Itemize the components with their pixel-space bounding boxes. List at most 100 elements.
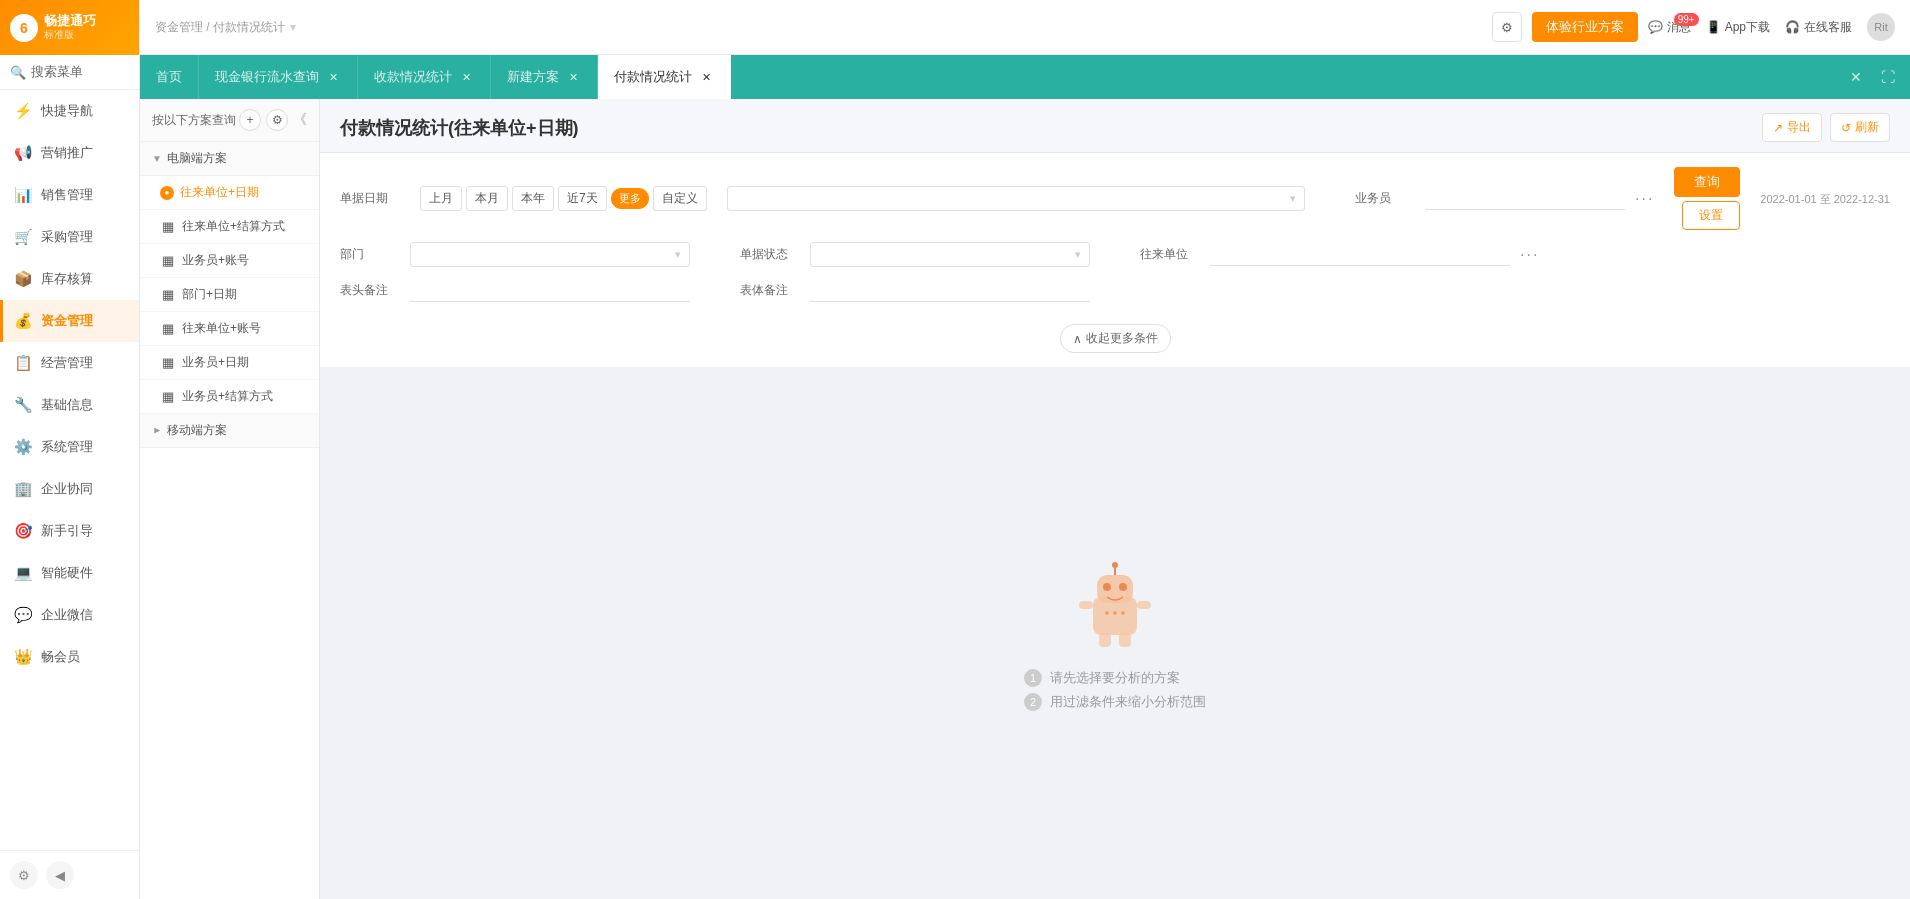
sidebar-item-member[interactable]: 👑畅会员 bbox=[0, 636, 139, 678]
scheme-item-partner-account[interactable]: ▦往来单位+账号 bbox=[140, 312, 319, 346]
svg-point-12 bbox=[1121, 611, 1125, 615]
sidebar-item-sales[interactable]: 📊销售管理 bbox=[0, 174, 139, 216]
tab-bank-flow[interactable]: 现金银行流水查询✕ bbox=[199, 55, 358, 99]
sidebar-item-guide[interactable]: 🎯新手引导 bbox=[0, 510, 139, 552]
svg-point-2 bbox=[1103, 583, 1111, 591]
footer-settings-btn[interactable]: ⚙ bbox=[10, 861, 38, 889]
date-btn-last-month[interactable]: 上月 bbox=[420, 186, 462, 211]
date-btn-more[interactable]: 更多 bbox=[611, 188, 649, 209]
sidebar-item-quick-nav[interactable]: ⚡快捷导航 bbox=[0, 90, 139, 132]
doc-status-select[interactable]: ▾ bbox=[810, 242, 1090, 267]
logo-icon: 6 bbox=[10, 14, 38, 42]
sidebar-item-basics[interactable]: 🔧基础信息 bbox=[0, 384, 139, 426]
expand-btn[interactable]: ⛶ bbox=[1876, 65, 1900, 89]
filter-row-2: 部门 ▾ 单据状态 ▾ 往来单位 ··· bbox=[340, 242, 1890, 267]
tab-home[interactable]: 首页 bbox=[140, 55, 199, 99]
avatar[interactable]: Rit bbox=[1867, 13, 1895, 41]
date-label: 单据日期 bbox=[340, 190, 400, 207]
scheme-item-salesman-account[interactable]: ▦业务员+账号 bbox=[140, 244, 319, 278]
tab-receipt-stats[interactable]: 收款情况统计✕ bbox=[358, 55, 491, 99]
tab-label-payment-stats: 付款情况统计 bbox=[614, 68, 692, 86]
tab-new-scheme[interactable]: 新建方案✕ bbox=[491, 55, 598, 99]
export-btn[interactable]: ↗ 导出 bbox=[1762, 113, 1822, 142]
scheme-item-partner-settlement[interactable]: ▦往来单位+结算方式 bbox=[140, 210, 319, 244]
content-area: 按以下方案查询 + ⚙ 《 ▼电脑端方案●往来单位+日期▦往来单位+结算方式▦业… bbox=[140, 99, 1910, 899]
tab-close-bank-flow[interactable]: ✕ bbox=[325, 69, 341, 85]
scheme-panel-actions: + ⚙ 《 bbox=[239, 109, 307, 131]
tab-close-new-scheme[interactable]: ✕ bbox=[565, 69, 581, 85]
empty-state: 1 请先选择要分析的方案 2 用过滤条件来缩小分析范围 bbox=[320, 368, 1910, 899]
hardware-icon: 💻 bbox=[13, 563, 33, 583]
message-btn[interactable]: 💬 消息 99+ bbox=[1648, 19, 1691, 36]
source-doc-select[interactable]: ▾ bbox=[727, 186, 1305, 211]
sidebar-item-wechat[interactable]: 💬企业微信 bbox=[0, 594, 139, 636]
scheme-settings-btn[interactable]: ⚙ bbox=[266, 109, 288, 131]
date-btn-custom[interactable]: 自定义 bbox=[653, 186, 707, 211]
app-download-btn[interactable]: 📱 App下载 bbox=[1706, 19, 1770, 36]
step-1-num: 1 bbox=[1024, 669, 1042, 687]
sidebar-item-operations[interactable]: 📋经营管理 bbox=[0, 342, 139, 384]
sidebar-item-finance[interactable]: 💰资金管理 bbox=[0, 300, 139, 342]
scheme-item-salesman-date[interactable]: ▦ 业务员+日期 bbox=[140, 346, 319, 380]
app-label: App下载 bbox=[1725, 19, 1770, 36]
online-service-btn[interactable]: 🎧 在线客服 bbox=[1785, 19, 1852, 36]
scheme-item-dept-date[interactable]: ▦部门+日期 bbox=[140, 278, 319, 312]
svg-point-3 bbox=[1119, 583, 1127, 591]
member-icon: 👑 bbox=[13, 647, 33, 667]
dept-select[interactable]: ▾ bbox=[410, 242, 690, 267]
robot-illustration bbox=[1065, 557, 1165, 657]
tab-label-home: 首页 bbox=[156, 68, 182, 86]
sidebar-item-system[interactable]: ⚙️系统管理 bbox=[0, 426, 139, 468]
filter-settings-btn[interactable]: 设置 bbox=[1682, 201, 1740, 230]
partner-dots[interactable]: ··· bbox=[1520, 246, 1539, 264]
body-remark-input[interactable] bbox=[810, 279, 1090, 302]
sidebar-item-marketing[interactable]: 📢营销推广 bbox=[0, 132, 139, 174]
sidebar-item-hardware[interactable]: 💻智能硬件 bbox=[0, 552, 139, 594]
scheme-item-salesman-settlement[interactable]: ▦业务员+结算方式 bbox=[140, 380, 319, 414]
headset-icon: 🎧 bbox=[1785, 20, 1800, 34]
basics-icon: 🔧 bbox=[13, 395, 33, 415]
sidebar-item-enterprise[interactable]: 🏢企业协同 bbox=[0, 468, 139, 510]
date-btn-this-year[interactable]: 本年 bbox=[512, 186, 554, 211]
sidebar-item-label-system: 系统管理 bbox=[41, 438, 93, 456]
scheme-item-icon-salesman-date: ▦ bbox=[160, 355, 176, 371]
topbar-right: 💬 消息 99+ 📱 App下载 🎧 在线客服 Rit bbox=[1648, 13, 1895, 41]
scheme-item-label-salesman-date: 业务员+日期 bbox=[182, 354, 249, 371]
header-remark-label: 表头备注 bbox=[340, 282, 390, 299]
sidebar-item-label-operations: 经营管理 bbox=[41, 354, 93, 372]
scheme-item-partner-date[interactable]: ●往来单位+日期 bbox=[140, 176, 319, 210]
enterprise-icon: 🏢 bbox=[13, 479, 33, 499]
svg-rect-8 bbox=[1099, 633, 1111, 647]
header-remark-input[interactable] bbox=[410, 279, 690, 302]
source-doc-arrow: ▾ bbox=[1290, 192, 1296, 205]
footer-collapse-btn[interactable]: ◀ bbox=[46, 861, 74, 889]
collapse-more-btn[interactable]: ∧ 收起更多条件 bbox=[1060, 324, 1171, 353]
scheme-group-label-desktop: 电脑端方案 bbox=[167, 150, 227, 167]
active-dot-partner-date: ● bbox=[160, 186, 174, 200]
refresh-btn[interactable]: ↺ 刷新 bbox=[1830, 113, 1890, 142]
salesman-input[interactable] bbox=[1425, 187, 1625, 210]
search-menu[interactable]: 🔍 搜索菜单 bbox=[0, 55, 139, 90]
salesman-dots[interactable]: ··· bbox=[1635, 190, 1654, 208]
scheme-collapse-btn[interactable]: 《 bbox=[293, 111, 307, 129]
query-btn[interactable]: 查询 bbox=[1674, 167, 1740, 197]
scheme-group-header-mobile[interactable]: ▼移动端方案 bbox=[140, 414, 319, 448]
scheme-group-header-desktop[interactable]: ▼电脑端方案 bbox=[140, 142, 319, 176]
scheme-item-label-salesman-settlement: 业务员+结算方式 bbox=[182, 388, 273, 405]
tab-payment-stats[interactable]: 付款情况统计 ✕ bbox=[598, 55, 731, 99]
topbar: 资金管理 / 付款情况统计 ▾ ⚙ 体验行业方案 💬 消息 99+ 📱 App下… bbox=[140, 0, 1910, 55]
tab-close-receipt-stats[interactable]: ✕ bbox=[458, 69, 474, 85]
date-btn-group: 上月本月本年近7天更多自定义 bbox=[420, 186, 707, 211]
topbar-settings-btn[interactable]: ⚙ bbox=[1492, 12, 1522, 42]
date-btn-last-7[interactable]: 近7天 bbox=[558, 186, 607, 211]
tabbar: 首页现金银行流水查询✕收款情况统计✕新建方案✕ 付款情况统计 ✕ ✕ ⛶ bbox=[140, 55, 1910, 99]
date-btn-this-month[interactable]: 本月 bbox=[466, 186, 508, 211]
sidebar-item-purchase[interactable]: 🛒采购管理 bbox=[0, 216, 139, 258]
tab-close-payment-stats[interactable]: ✕ bbox=[698, 69, 714, 85]
partner-input[interactable] bbox=[1210, 243, 1510, 266]
close-all-tabs-btn[interactable]: ✕ bbox=[1844, 65, 1868, 89]
scheme-add-btn[interactable]: + bbox=[239, 109, 261, 131]
sidebar-item-inventory[interactable]: 📦库存核算 bbox=[0, 258, 139, 300]
step-1-text: 请先选择要分析的方案 bbox=[1050, 669, 1180, 687]
trial-btn[interactable]: 体验行业方案 bbox=[1532, 12, 1638, 42]
